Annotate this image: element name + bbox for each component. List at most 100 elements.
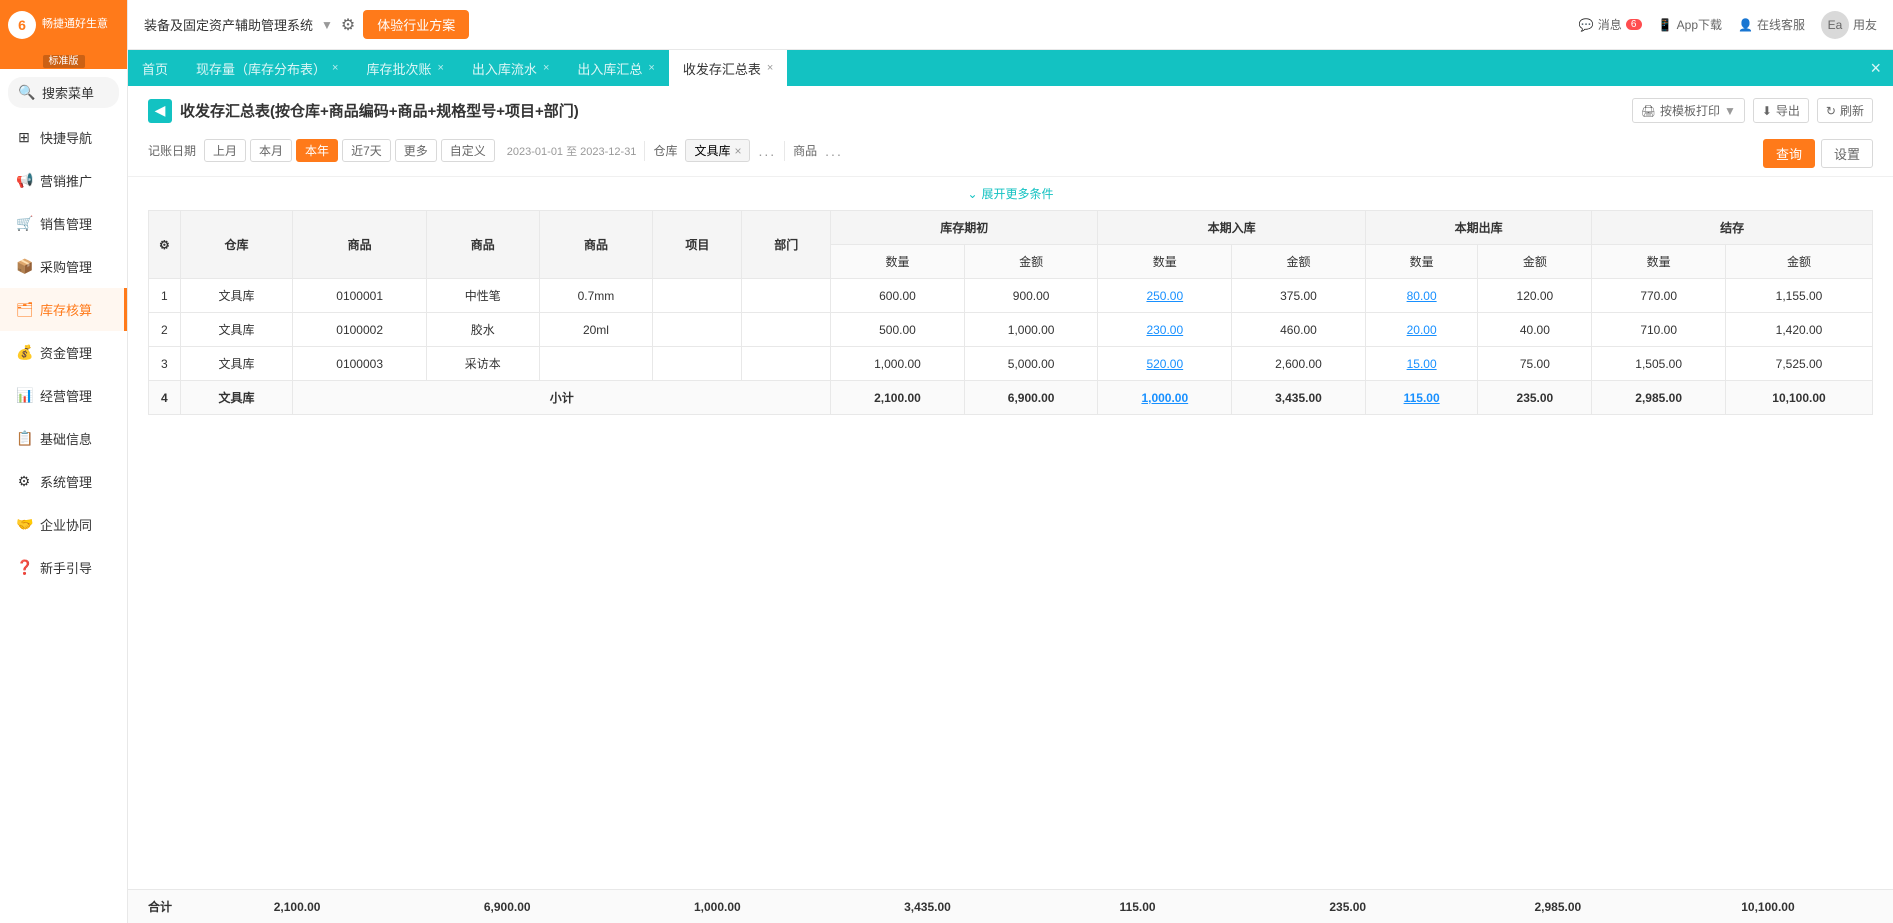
tab-stock-dist[interactable]: 现存量（库存分布表） ×	[182, 50, 352, 86]
experience-button[interactable]: 体验行业方案	[363, 10, 469, 39]
row-out-qty[interactable]: 80.00	[1365, 279, 1478, 313]
warehouse-more-dots[interactable]: ...	[758, 143, 776, 159]
date-btn-custom[interactable]: 自定义	[441, 139, 495, 162]
tab-stock-dist-close[interactable]: ×	[332, 63, 338, 74]
subtotal-closing-qty: 2,985.00	[1592, 381, 1726, 415]
subtotal-in-amt: 3,435.00	[1232, 381, 1366, 415]
tabs-close-all[interactable]: ×	[1858, 58, 1893, 79]
user-action[interactable]: Ea 用友	[1821, 11, 1877, 39]
table-row: 3 文具库 0100003 采访本 1,000.00 5,000.00 520.…	[149, 347, 1873, 381]
app-title: 装备及固定资产辅助管理系统	[144, 15, 313, 34]
col-opening-amt-header: 金额	[964, 245, 1098, 279]
tab-inout-summary-close[interactable]: ×	[648, 63, 654, 74]
sidebar-item-finance[interactable]: 💰 资金管理	[0, 331, 127, 374]
row-in-qty[interactable]: 520.00	[1098, 347, 1232, 381]
header-right: 💬 消息 6 📱 App下载 👤 在线客服 Ea 用友	[1579, 11, 1877, 39]
sidebar-item-search[interactable]: 🔍 搜索菜单	[8, 77, 119, 108]
page-top-row: ◀ 收发存汇总表(按仓库+商品编码+商品+规格型号+项目+部门) 🖨 按模板打印…	[128, 86, 1893, 131]
subtotal-closing-amt: 10,100.00	[1726, 381, 1873, 415]
settings-button[interactable]: 设置	[1821, 139, 1873, 168]
sidebar-item-guide[interactable]: ❓ 新手引导	[0, 546, 127, 589]
subtotal-row: 4 文具库 小计 2,100.00 6,900.00 1,000.00 3,43…	[149, 381, 1873, 415]
total-out-amt: 235.00	[1243, 900, 1453, 914]
tab-inout-summary[interactable]: 出入库汇总 ×	[563, 50, 668, 86]
subtotal-in-qty[interactable]: 1,000.00	[1098, 381, 1232, 415]
table-row: 2 文具库 0100002 胶水 20ml 500.00 1,000.00 23…	[149, 313, 1873, 347]
row-goods-spec: 0.7mm	[539, 279, 653, 313]
expand-more-btn[interactable]: ⌄ 展开更多条件	[959, 181, 1061, 206]
message-action[interactable]: 💬 消息 6	[1579, 16, 1642, 33]
row-in-qty[interactable]: 250.00	[1098, 279, 1232, 313]
message-icon: 💬	[1579, 18, 1594, 32]
tab-stock-summary-close[interactable]: ×	[767, 63, 773, 74]
row-goods-name: 采访本	[426, 347, 539, 381]
warehouse-filter-label: 仓库	[653, 142, 677, 159]
row-in-qty[interactable]: 230.00	[1098, 313, 1232, 347]
row-no: 2	[149, 313, 181, 347]
date-btn-this-month[interactable]: 本月	[250, 139, 292, 162]
row-in-amt: 2,600.00	[1232, 347, 1366, 381]
row-opening-amt: 5,000.00	[964, 347, 1098, 381]
warehouse-tag-close[interactable]: ×	[734, 144, 741, 158]
app-download-action[interactable]: 📱 App下载	[1658, 16, 1722, 33]
service-icon: 👤	[1738, 18, 1753, 32]
online-service-action[interactable]: 👤 在线客服	[1738, 16, 1805, 33]
tab-inout-flow[interactable]: 出入库流水 ×	[458, 50, 563, 86]
sidebar-item-enterprise[interactable]: 🤝 企业协同	[0, 503, 127, 546]
row-in-amt: 460.00	[1232, 313, 1366, 347]
tabs-bar: 首页 现存量（库存分布表） × 库存批次账 × 出入库流水 × 出入库汇总 × …	[128, 50, 1893, 86]
row-opening-amt: 1,000.00	[964, 313, 1098, 347]
sidebar-item-marketing[interactable]: 📢 营销推广	[0, 159, 127, 202]
sidebar-item-system[interactable]: ⚙ 系统管理	[0, 460, 127, 503]
col-settings[interactable]: ⚙	[149, 211, 181, 279]
sidebar-item-purchase[interactable]: 📦 采购管理	[0, 245, 127, 288]
warehouse-tag-value: 文具库	[694, 142, 730, 159]
purchase-icon: 📦	[16, 258, 32, 275]
total-opening-amt: 6,900.00	[402, 900, 612, 914]
goods-more-dots[interactable]: ...	[825, 143, 843, 159]
date-btn-more[interactable]: 更多	[395, 139, 437, 162]
sidebar-edition: 标准版	[0, 50, 127, 69]
sidebar-item-quick[interactable]: ⊞ 快捷导航	[0, 116, 127, 159]
date-btn-last-month[interactable]: 上月	[204, 139, 246, 162]
guide-icon: ❓	[16, 559, 32, 576]
col-in-amt-header: 金额	[1232, 245, 1366, 279]
header-dropdown-arrow[interactable]: ▼	[321, 18, 333, 32]
row-dept	[742, 313, 831, 347]
collapse-btn[interactable]: ◀	[148, 99, 172, 123]
sidebar-item-business[interactable]: 📊 经营管理	[0, 374, 127, 417]
row-opening-qty: 500.00	[831, 313, 965, 347]
row-warehouse: 文具库	[180, 279, 293, 313]
subtotal-out-qty[interactable]: 115.00	[1365, 381, 1478, 415]
row-dept	[742, 279, 831, 313]
tab-batch-close[interactable]: ×	[437, 63, 443, 74]
avatar: Ea	[1821, 11, 1849, 39]
grid-icon: ⊞	[16, 129, 32, 146]
tab-inout-flow-close[interactable]: ×	[543, 63, 549, 74]
sidebar-item-inventory[interactable]: 🗂 库存核算	[0, 288, 127, 331]
col-out-header: 本期出库	[1365, 211, 1592, 245]
total-in-qty: 1,000.00	[612, 900, 822, 914]
filter-row: 记账日期 上月 本月 本年 近7天 更多 自定义 2023-01-01 至 20…	[128, 131, 1893, 177]
query-button[interactable]: 查询	[1763, 139, 1815, 168]
print-button[interactable]: 🖨 按模板打印 ▼	[1632, 98, 1745, 123]
logo-text: 畅捷通好生意	[42, 17, 108, 32]
refresh-button[interactable]: ↻ 刷新	[1817, 98, 1873, 123]
row-out-qty[interactable]: 15.00	[1365, 347, 1478, 381]
sidebar-item-basic-info[interactable]: 📋 基础信息	[0, 417, 127, 460]
tab-batch[interactable]: 库存批次账 ×	[352, 50, 457, 86]
export-button[interactable]: ⬇ 导出	[1753, 98, 1809, 123]
top-right-buttons: 🖨 按模板打印 ▼ ⬇ 导出 ↻ 刷新	[1632, 98, 1873, 123]
tab-stock-summary[interactable]: 收发存汇总表 ×	[669, 50, 787, 86]
date-btn-7days[interactable]: 近7天	[342, 139, 391, 162]
gear-settings-icon[interactable]: ⚙	[341, 15, 355, 35]
row-out-qty[interactable]: 20.00	[1365, 313, 1478, 347]
tab-home[interactable]: 首页	[128, 50, 182, 86]
filter-expand-area: ⌄ 展开更多条件	[128, 177, 1893, 210]
sidebar-item-label: 采购管理	[40, 257, 92, 276]
date-btn-this-year[interactable]: 本年	[296, 139, 338, 162]
header-left: 装备及固定资产辅助管理系统 ▼ ⚙ 体验行业方案	[144, 10, 469, 39]
warehouse-filter-tag: 文具库 ×	[685, 139, 750, 162]
col-opening-qty-header: 数量	[831, 245, 965, 279]
sidebar-item-sales[interactable]: 🛒 销售管理	[0, 202, 127, 245]
